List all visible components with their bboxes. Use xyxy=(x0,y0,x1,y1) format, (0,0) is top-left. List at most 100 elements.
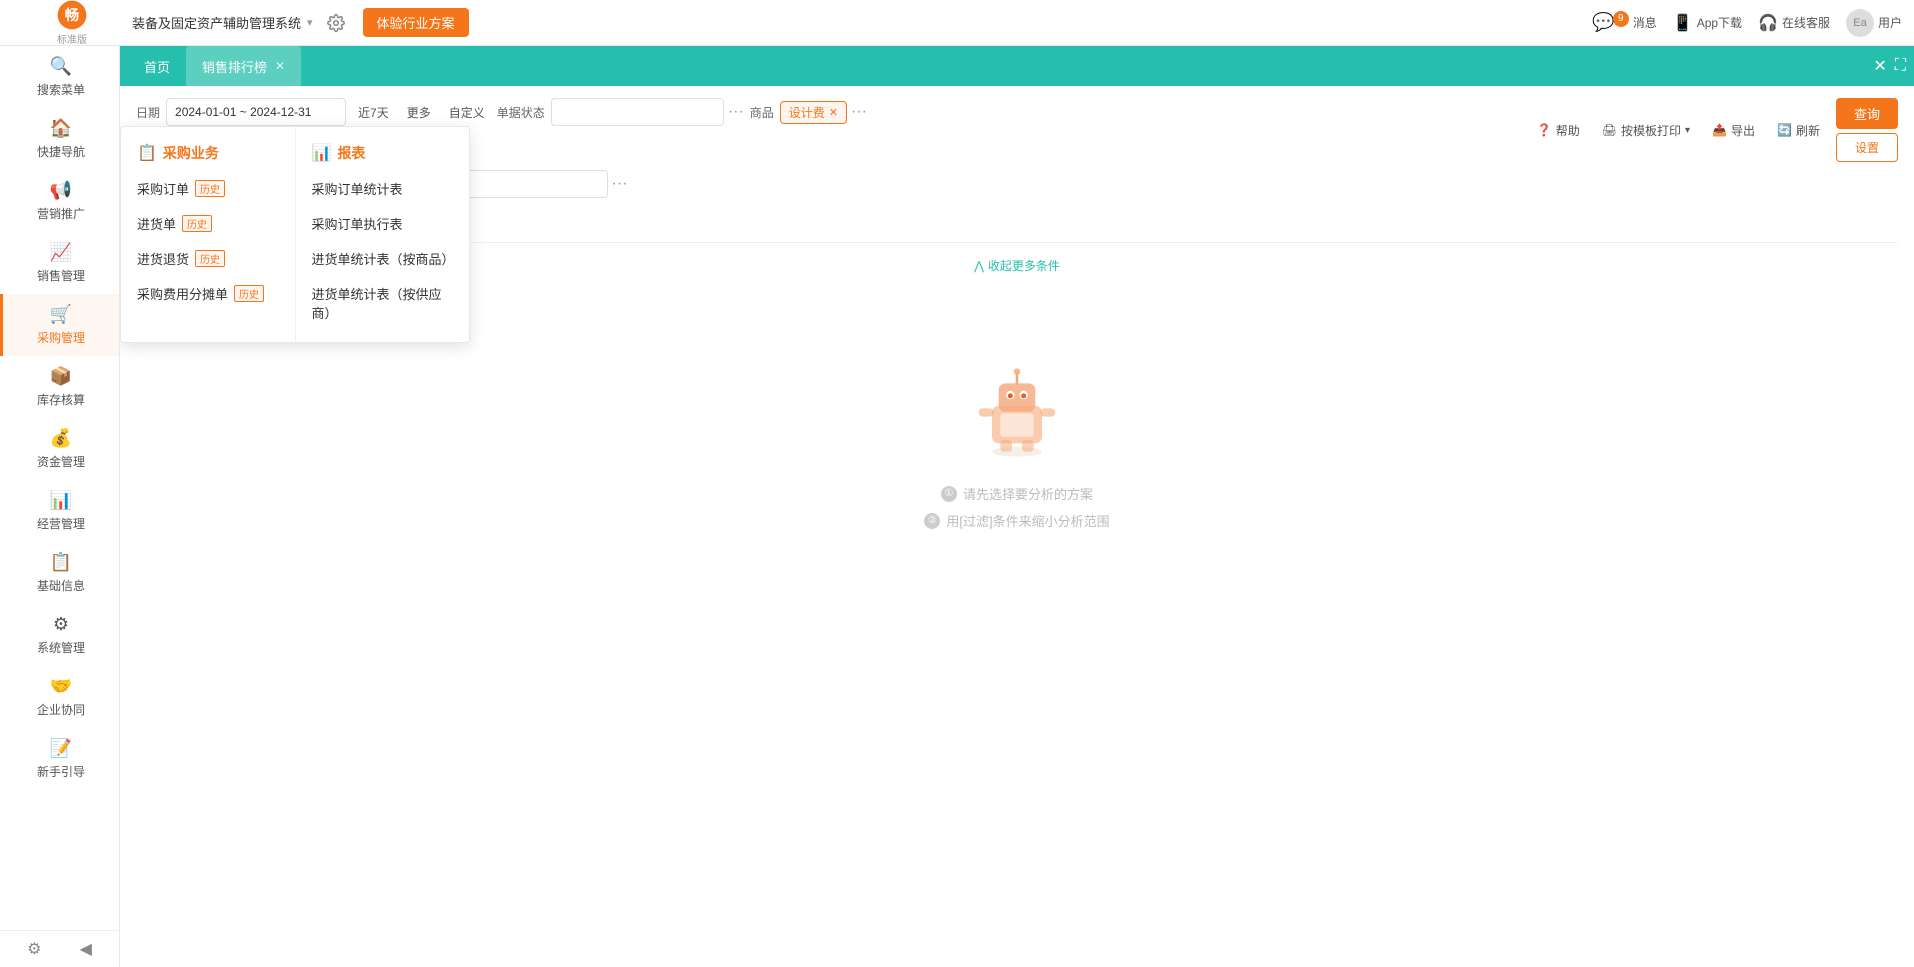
dropdown-purchase-header: 📋 采购业务 xyxy=(121,139,295,171)
header: 畅 标准版 装备及固定资产辅助管理系统 ▾ 体验行业方案 💬 9 消息 📱 Ap… xyxy=(0,0,1914,46)
goods-dots[interactable]: ··· xyxy=(851,103,867,121)
dropdown-item-return[interactable]: 进货退货 历史 xyxy=(121,241,295,276)
sidebar-item-label-system: 系统管理 xyxy=(37,639,85,656)
collapse-label: 收起更多条件 xyxy=(988,257,1060,274)
empty-illustration xyxy=(967,360,1067,460)
goods-tag-close-icon[interactable]: ✕ xyxy=(829,106,838,119)
dropdown-item-receipt-by-supplier[interactable]: 进货单统计表（按供应商） xyxy=(296,276,470,330)
sidebar-item-finance[interactable]: 💰 资金管理 xyxy=(0,418,119,480)
avatar-initials: Ea xyxy=(1853,17,1866,29)
sidebar-item-quicknav[interactable]: 🏠 快捷导航 xyxy=(0,108,119,170)
help-btn[interactable]: ❓ 帮助 xyxy=(1531,118,1586,143)
empty-tip-2-text: 用[过滤]条件来缩小分析范围 xyxy=(946,511,1109,530)
system-name: 装备及固定资产辅助管理系统 xyxy=(132,13,301,32)
sidebar-item-purchase[interactable]: 🛒 采购管理 xyxy=(0,294,119,356)
tab-sales-ranking[interactable]: 销售排行榜 ✕ xyxy=(186,46,301,86)
print-arrow[interactable]: ▾ xyxy=(1685,125,1690,136)
collapse-up-icon: ⋀ xyxy=(974,259,984,273)
tab-close-all-icon[interactable]: ✕ xyxy=(1873,56,1886,76)
refresh-btn[interactable]: 🔄 刷新 xyxy=(1771,118,1826,143)
main-content: 首页 销售排行榜 ✕ ✕ ⛶ 日期 2024-01-01 ~ 20 xyxy=(120,46,1914,967)
header-right-area: 💬 9 消息 📱 App下载 🎧 在线客服 Ea 用户 xyxy=(1592,9,1902,37)
notifications-item[interactable]: 💬 9 消息 xyxy=(1592,12,1656,33)
dropdown-item-po-stat[interactable]: 采购订单统计表 xyxy=(296,171,470,206)
goods-tag-value: 设计费 xyxy=(789,104,825,121)
dropdown-item-receipt[interactable]: 进货单 历史 xyxy=(121,206,295,241)
system-icon: ⚙ xyxy=(53,614,69,635)
sidebar-item-guide[interactable]: 📝 新手引导 xyxy=(0,728,119,790)
operations-icon: 📊 xyxy=(50,490,72,511)
print-btn[interactable]: 🖨 按模板打印 ▾ xyxy=(1596,118,1696,143)
date-more-btn[interactable]: 更多 xyxy=(401,100,437,125)
sidebar-item-search[interactable]: 🔍 搜索菜单 xyxy=(0,46,119,108)
purchase-dropdown-menu: 📋 采购业务 采购订单 历史 进货单 历史 进货退货 历史 xyxy=(120,126,470,343)
sidebar-item-operations[interactable]: 📊 经营管理 xyxy=(0,480,119,542)
sales-icon: 📈 xyxy=(50,242,72,263)
receipt-history-badge: 历史 xyxy=(182,215,212,232)
date-label: 日期 xyxy=(136,104,160,121)
empty-tip-1: ① 请先选择要分析的方案 xyxy=(941,484,1093,503)
online-service-label: 在线客服 xyxy=(1782,14,1830,31)
experience-button[interactable]: 体验行业方案 xyxy=(363,8,469,37)
salesperson-dots[interactable]: ··· xyxy=(612,175,628,193)
sidebar-item-label-sales: 销售管理 xyxy=(37,267,85,284)
refresh-icon: 🔄 xyxy=(1777,123,1792,137)
toolbar-right: ❓ 帮助 🖨 按模板打印 ▾ 📤 导出 🔄 刷新 xyxy=(1531,98,1898,162)
sidebar-item-basic-info[interactable]: 📋 基础信息 xyxy=(0,542,119,604)
date-7days-btn[interactable]: 近7天 xyxy=(352,100,395,125)
sidebar-item-enterprise[interactable]: 🤝 企业协同 xyxy=(0,666,119,728)
sidebar-item-marketing[interactable]: 📢 营销推广 xyxy=(0,170,119,232)
bill-status-dots[interactable]: ··· xyxy=(728,103,744,121)
print-icon: 🖨 xyxy=(1602,123,1617,137)
date-custom-btn[interactable]: 自定义 xyxy=(443,100,491,125)
dropdown-item-po-exec[interactable]: 采购订单执行表 xyxy=(296,206,470,241)
dropdown-item-po-label: 采购订单 xyxy=(137,179,189,198)
dropdown-item-po-exec-label: 采购订单执行表 xyxy=(312,214,403,233)
app-download-item[interactable]: 📱 App下载 xyxy=(1673,13,1742,33)
app-logo: 畅 xyxy=(56,0,88,31)
dropdown-item-po[interactable]: 采购订单 历史 xyxy=(121,171,295,206)
sidebar-settings-icon[interactable]: ⚙ xyxy=(27,939,41,959)
goods-label: 商品 xyxy=(750,104,774,121)
header-settings-icon[interactable] xyxy=(327,14,345,32)
goods-tag[interactable]: 设计费 ✕ xyxy=(780,101,847,124)
empty-tip-1-text: 请先选择要分析的方案 xyxy=(963,484,1093,503)
content-area: 日期 2024-01-01 ~ 2024-12-31 近7天 更多 自定义 单据… xyxy=(120,86,1914,967)
sidebar-item-inventory[interactable]: 📦 库存核算 xyxy=(0,356,119,418)
avatar: Ea xyxy=(1846,9,1874,37)
online-service-item[interactable]: 🎧 在线客服 xyxy=(1758,13,1830,33)
dropdown-report-col: 📊 报表 采购订单统计表 采购订单执行表 进货单统计表（按商品） 进货单统计表（… xyxy=(296,127,470,342)
sidebar-item-label-inventory: 库存核算 xyxy=(37,391,85,408)
sidebar-item-label-basic-info: 基础信息 xyxy=(37,577,85,594)
empty-tip-2: ② 用[过滤]条件来缩小分析范围 xyxy=(924,511,1109,530)
date-range-input[interactable]: 2024-01-01 ~ 2024-12-31 xyxy=(166,98,346,126)
system-dropdown-arrow[interactable]: ▾ xyxy=(307,16,313,29)
sidebar-collapse-icon[interactable]: ◀ xyxy=(80,939,92,959)
tab-home[interactable]: 首页 xyxy=(128,46,186,86)
sidebar-item-label-guide: 新手引导 xyxy=(37,763,85,780)
export-btn[interactable]: 📤 导出 xyxy=(1706,118,1761,143)
expense-history-badge: 历史 xyxy=(234,285,264,302)
search-nav-icon: 🔍 xyxy=(50,56,72,77)
sidebar-bottom: ⚙ ◀ xyxy=(0,930,119,967)
dropdown-report-title: 报表 xyxy=(337,143,365,163)
purchase-icon: 🛒 xyxy=(50,304,72,325)
tab-maximize-icon[interactable]: ⛶ xyxy=(1895,57,1906,75)
sidebar-item-label-quicknav: 快捷导航 xyxy=(37,143,85,160)
query-button[interactable]: 查询 xyxy=(1836,98,1898,129)
tab-close-icon[interactable]: ✕ xyxy=(275,59,285,73)
export-label: 导出 xyxy=(1731,122,1755,139)
user-item[interactable]: Ea 用户 xyxy=(1846,9,1902,37)
tab-home-label: 首页 xyxy=(144,57,170,76)
date-range-value: 2024-01-01 ~ 2024-12-31 xyxy=(175,105,311,119)
dropdown-item-expense[interactable]: 采购费用分摊单 历史 xyxy=(121,276,295,311)
sidebar-item-system[interactable]: ⚙ 系统管理 xyxy=(0,604,119,666)
bill-status-input[interactable] xyxy=(551,98,724,126)
settings-button[interactable]: 设置 xyxy=(1836,133,1898,162)
dropdown-item-receipt-by-goods[interactable]: 进货单统计表（按商品） xyxy=(296,241,470,276)
sidebar-item-sales[interactable]: 📈 销售管理 xyxy=(0,232,119,294)
dropdown-item-po-stat-label: 采购订单统计表 xyxy=(312,179,403,198)
inventory-icon: 📦 xyxy=(50,366,72,387)
tip-num-2: ② xyxy=(924,513,940,529)
help-label: 帮助 xyxy=(1556,122,1580,139)
